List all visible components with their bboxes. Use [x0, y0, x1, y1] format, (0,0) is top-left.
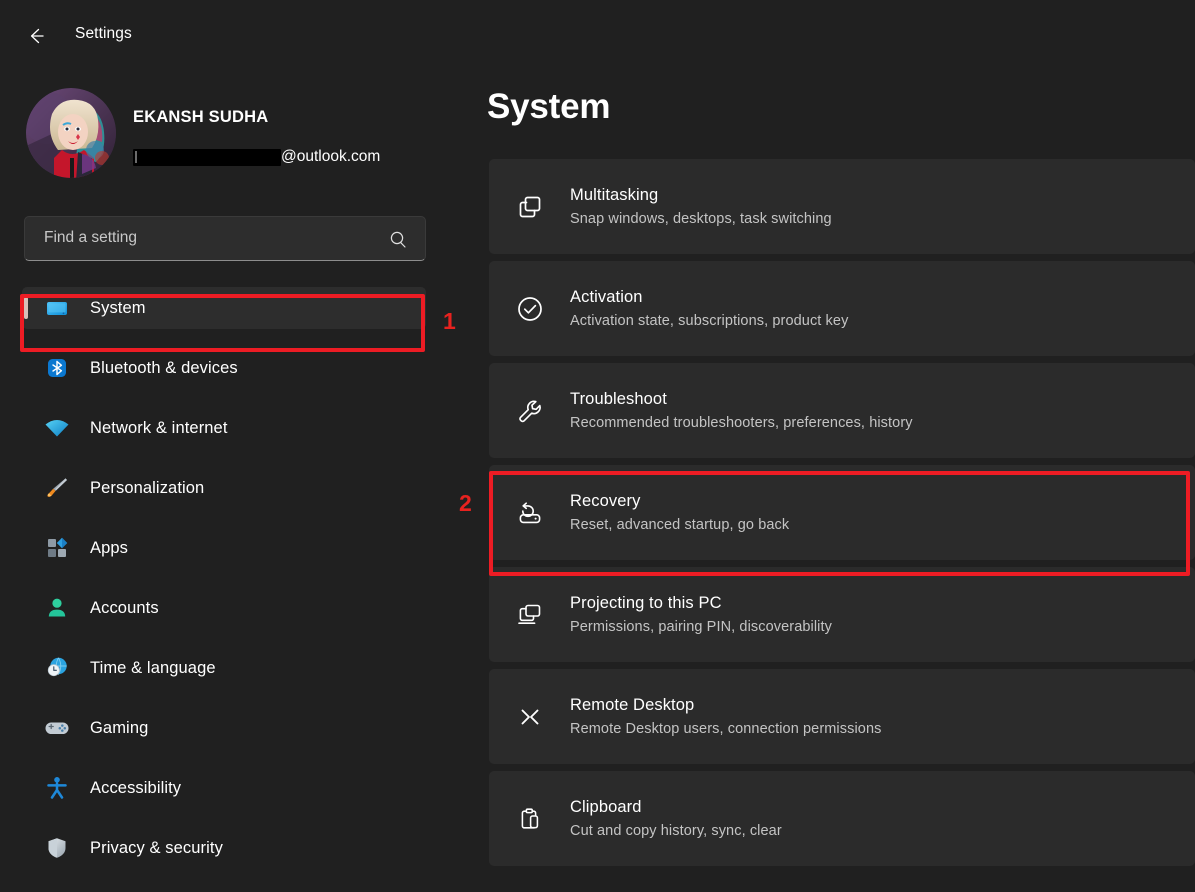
sidebar-item-gaming[interactable]: Gaming	[22, 707, 426, 749]
card-title: Remote Desktop	[570, 695, 695, 714]
settings-window: Settings EKANSH SUDHA @outlook.com Find …	[0, 0, 1195, 892]
back-arrow-icon	[25, 25, 47, 47]
card-subtitle: Activation state, subscriptions, product…	[570, 312, 849, 329]
page-title: System	[487, 87, 611, 126]
card-subtitle: Reset, advanced startup, go back	[570, 516, 790, 533]
monitor-icon	[42, 293, 72, 323]
sidebar-item-label: Accounts	[90, 598, 159, 617]
card-title: Multitasking	[570, 185, 659, 204]
card-remote-desktop[interactable]: Remote Desktop Remote Desktop users, con…	[489, 669, 1195, 764]
back-button[interactable]	[18, 18, 54, 54]
gamepad-icon	[42, 713, 72, 743]
account-email: @outlook.com	[133, 148, 380, 166]
card-recovery[interactable]: Recovery Reset, advanced startup, go bac…	[489, 465, 1195, 560]
card-text: Activation Activation state, subscriptio…	[570, 287, 848, 331]
card-text: Remote Desktop Remote Desktop users, con…	[570, 695, 881, 739]
sidebar-item-label: System	[90, 298, 146, 317]
settings-card-list: Multitasking Snap windows, desktops, tas…	[489, 159, 1195, 873]
sidebar-item-label: Personalization	[90, 478, 205, 497]
avatar	[26, 88, 116, 178]
search-icon	[389, 230, 408, 254]
card-subtitle: Recommended troubleshooters, preferences…	[570, 414, 913, 431]
accessibility-icon	[42, 773, 72, 803]
paintbrush-icon	[42, 473, 72, 503]
window-title: Settings	[75, 25, 132, 42]
sidebar-item-time-language[interactable]: Time & language	[22, 647, 426, 689]
card-text: Multitasking Snap windows, desktops, tas…	[570, 185, 832, 229]
card-subtitle: Permissions, pairing PIN, discoverabilit…	[570, 618, 832, 635]
card-subtitle: Remote Desktop users, connection permiss…	[570, 720, 882, 737]
sidebar-item-label: Network & internet	[90, 418, 228, 437]
clipboard-icon	[509, 798, 551, 840]
search-placeholder: Find a setting	[44, 229, 138, 246]
sidebar-item-accounts[interactable]: Accounts	[22, 587, 426, 629]
card-title: Recovery	[570, 491, 641, 510]
card-subtitle: Cut and copy history, sync, clear	[570, 822, 782, 839]
account-name: EKANSH SUDHA	[133, 108, 269, 126]
sidebar-item-label: Privacy & security	[90, 838, 223, 857]
sidebar-nav: System Bluetooth & devices Network & int…	[22, 287, 426, 887]
sidebar-item-bluetooth-devices[interactable]: Bluetooth & devices	[22, 347, 426, 389]
sidebar-item-apps[interactable]: Apps	[22, 527, 426, 569]
person-icon	[42, 593, 72, 623]
apps-grid-icon	[42, 533, 72, 563]
sidebar-item-privacy-security[interactable]: Privacy & security	[22, 827, 426, 869]
email-domain: @outlook.com	[281, 148, 381, 165]
sidebar-item-label: Apps	[90, 538, 129, 557]
search-input[interactable]: Find a setting	[24, 216, 426, 261]
sidebar: EKANSH SUDHA @outlook.com Find a setting	[0, 72, 470, 892]
card-title: Projecting to this PC	[570, 593, 722, 612]
card-title: Troubleshoot	[570, 389, 667, 408]
sidebar-item-network-internet[interactable]: Network & internet	[22, 407, 426, 449]
sidebar-item-system[interactable]: System	[22, 287, 426, 329]
card-title: Clipboard	[570, 797, 642, 816]
card-projecting-to-this-pc[interactable]: Projecting to this PC Permissions, pairi…	[489, 567, 1195, 662]
check-circle-icon	[509, 288, 551, 330]
card-clipboard[interactable]: Clipboard Cut and copy history, sync, cl…	[489, 771, 1195, 866]
shield-icon	[42, 833, 72, 863]
sidebar-item-label: Bluetooth & devices	[90, 358, 238, 377]
card-activation[interactable]: Activation Activation state, subscriptio…	[489, 261, 1195, 356]
sidebar-item-label: Gaming	[90, 718, 149, 737]
sidebar-item-personalization[interactable]: Personalization	[22, 467, 426, 509]
selection-indicator	[24, 297, 28, 319]
card-text: Clipboard Cut and copy history, sync, cl…	[570, 797, 782, 841]
account-card[interactable]: EKANSH SUDHA @outlook.com	[26, 88, 446, 178]
card-multitasking[interactable]: Multitasking Snap windows, desktops, tas…	[489, 159, 1195, 254]
card-text: Recovery Reset, advanced startup, go bac…	[570, 491, 789, 535]
card-subtitle: Snap windows, desktops, task switching	[570, 210, 832, 227]
redacted-email-bar	[133, 148, 281, 166]
remote-desktop-icon	[509, 696, 551, 738]
wrench-icon	[509, 390, 551, 432]
main-content: System Multitasking Snap windows, deskto…	[470, 72, 1195, 892]
sidebar-item-label: Time & language	[90, 658, 216, 677]
sidebar-item-label: Accessibility	[90, 778, 182, 797]
multitasking-icon	[509, 186, 551, 228]
project-screen-icon	[509, 594, 551, 636]
wifi-icon	[42, 413, 72, 443]
bluetooth-icon	[42, 353, 72, 383]
clock-globe-icon	[42, 653, 72, 683]
recovery-drive-icon	[509, 492, 551, 534]
sidebar-item-accessibility[interactable]: Accessibility	[22, 767, 426, 809]
card-text: Projecting to this PC Permissions, pairi…	[570, 593, 832, 637]
card-title: Activation	[570, 287, 643, 306]
title-bar: Settings	[0, 0, 1195, 72]
card-troubleshoot[interactable]: Troubleshoot Recommended troubleshooters…	[489, 363, 1195, 458]
card-text: Troubleshoot Recommended troubleshooters…	[570, 389, 913, 433]
